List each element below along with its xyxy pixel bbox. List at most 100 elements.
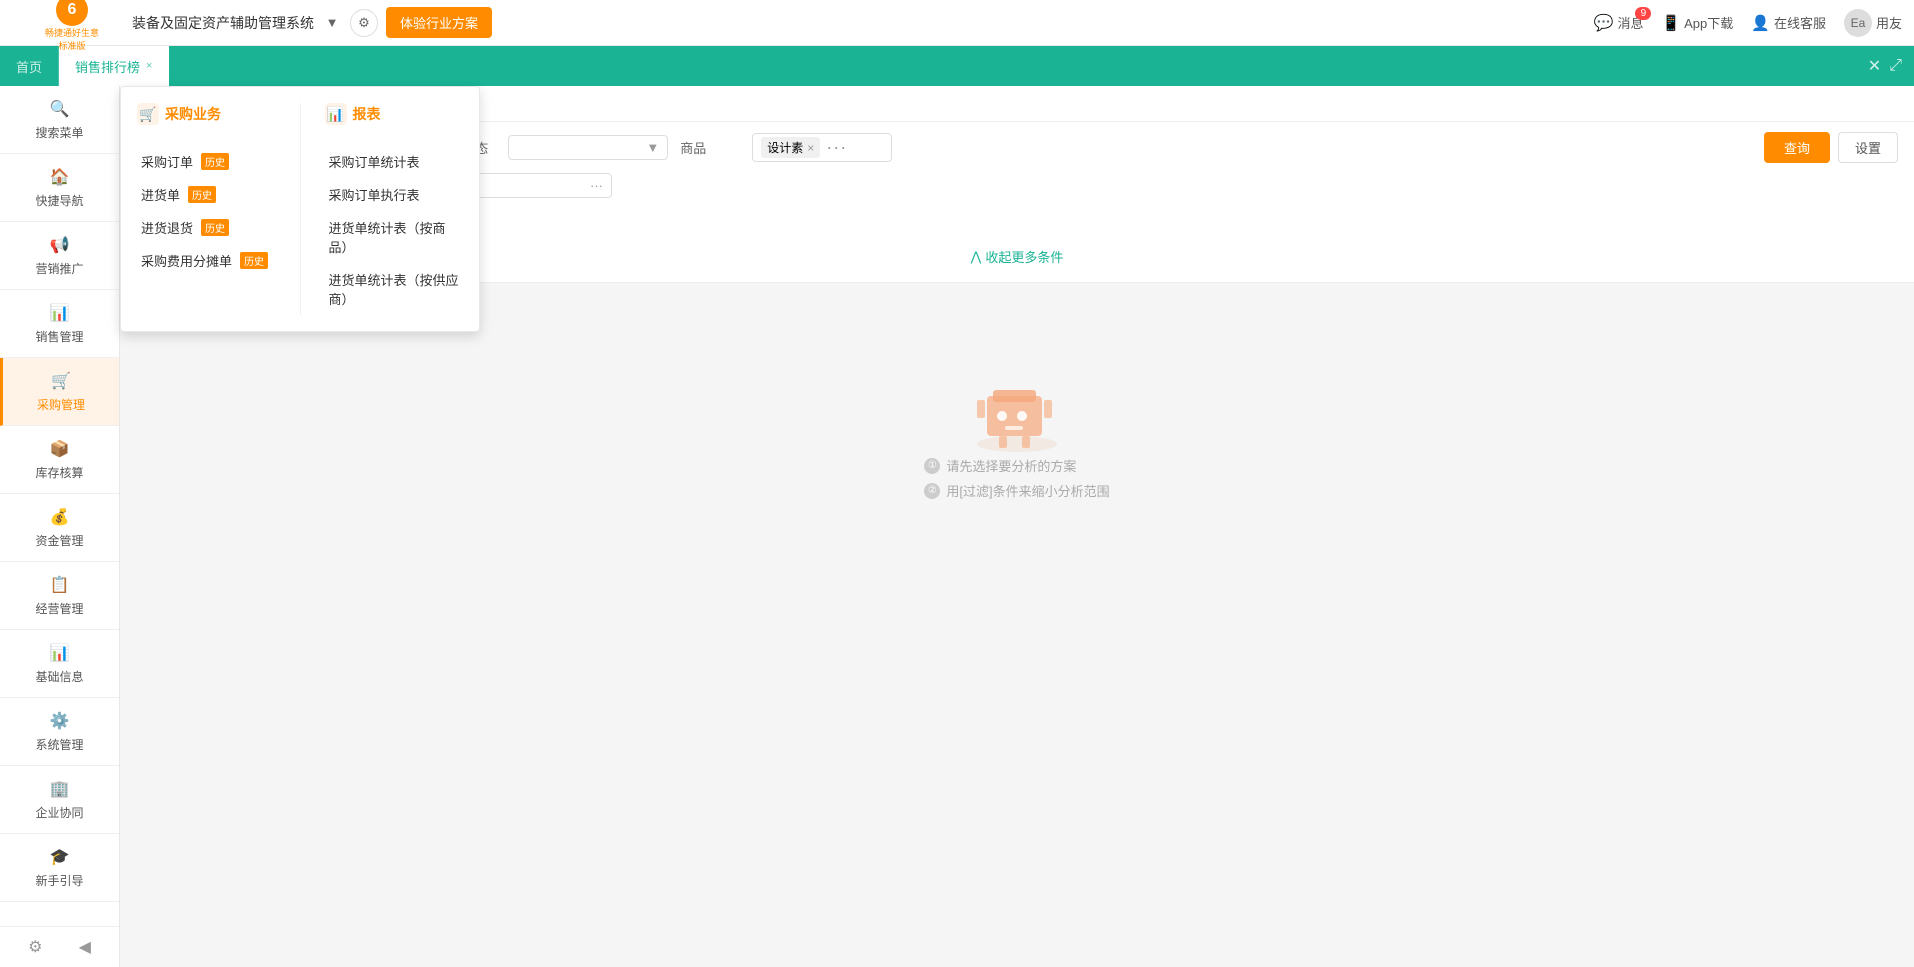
marketing-icon: 📢 (49, 234, 71, 256)
salesman-dots[interactable]: ··· (590, 178, 603, 193)
system-name-text: 装备及固定资产辅助管理系统 (132, 13, 314, 33)
logo-area: 6 畅捷通好生意 标准版 (12, 0, 132, 52)
goods-stat-by-goods-label: 进货单统计表（按商品） (329, 218, 460, 256)
dropdown-col2-title: 📊 报表 (325, 103, 464, 133)
tab-close-all-btn[interactable]: ✕ (1868, 56, 1881, 76)
sidebar-item-sales-label: 销售管理 (35, 328, 83, 345)
sidebar-item-marketing[interactable]: 📢 营销推广 (0, 222, 119, 290)
empty-state-illustration (957, 366, 1077, 456)
logo-tagline: 畅捷通好生意 (45, 26, 99, 39)
logo-subtitle: 标准版 (58, 39, 85, 52)
sidebar-settings-btn[interactable]: ⚙ (28, 937, 42, 957)
tab-maximize-btn[interactable]: ⤢ (1889, 57, 1902, 75)
tab-sales-rank-label: 销售排行榜 (75, 57, 140, 76)
dropdown-item-goods-stat-by-goods[interactable]: 进货单统计表（按商品） (325, 211, 464, 263)
status-select[interactable]: ▼ (508, 135, 668, 160)
sidebar-collapse-btn[interactable]: ◀ (79, 937, 91, 957)
sidebar-item-system-label: 系统管理 (35, 736, 83, 753)
tab-home[interactable]: 首页 (0, 46, 59, 86)
system-name-area: 装备及固定资产辅助管理系统 ▼ ⚙ 体验行业方案 (132, 7, 1594, 38)
sidebar-item-sales[interactable]: 📊 销售管理 (0, 290, 119, 358)
system-icon: ⚙️ (49, 710, 71, 732)
dropdown-item-purchase-exec[interactable]: 采购订单执行表 (325, 178, 464, 211)
sidebar-item-purchase[interactable]: 🛒 采购管理 (0, 358, 119, 426)
goods-return-history: 历史 (201, 219, 229, 236)
purchase-exec-label: 采购订单执行表 (329, 185, 420, 204)
sidebar-item-operation[interactable]: 📋 经营管理 (0, 562, 119, 630)
sidebar-item-inventory-label: 库存核算 (35, 464, 83, 481)
empty-line-2: ② 用[过滤]条件来缩小分析范围 (924, 481, 1109, 500)
sidebar-item-basic-info[interactable]: 📊 基础信息 (0, 630, 119, 698)
sidebar-item-basic-info-label: 基础信息 (35, 668, 83, 685)
tab-bar: 首页 销售排行榜 × ✕ ⤢ (0, 46, 1914, 86)
dropdown-item-goods-return[interactable]: 进货退货 历史 (137, 211, 276, 244)
sidebar-item-newbie-label: 新手引导 (35, 872, 83, 889)
setting-btn[interactable]: 设置 (1838, 132, 1898, 163)
goods-stat-by-supplier-label: 进货单统计表（按供应商） (329, 270, 460, 308)
online-service-label: 在线客服 (1774, 13, 1826, 32)
goods-label: 商品 (680, 138, 740, 157)
notification-count: 9 (1635, 7, 1651, 20)
app-download-label: App下载 (1684, 13, 1733, 32)
dropdown-item-purchase-order[interactable]: 采购订单 历史 (137, 145, 276, 178)
sidebar-item-newbie[interactable]: 🎓 新手引导 (0, 834, 119, 902)
sidebar-item-inventory[interactable]: 📦 库存核算 (0, 426, 119, 494)
user-avatar: Ea (1844, 9, 1872, 37)
industry-btn[interactable]: 体验行业方案 (386, 7, 492, 38)
tab-close-btn[interactable]: × (146, 60, 152, 72)
dropdown-col1-title-text: 采购业务 (165, 104, 221, 124)
query-btn[interactable]: 查询 (1764, 132, 1830, 163)
dropdown-item-goods-in[interactable]: 进货单 历史 (137, 178, 276, 211)
sidebar-item-quick-nav-label: 快捷导航 (35, 192, 83, 209)
goods-return-label: 进货退货 (141, 218, 193, 237)
corp-icon: 🏢 (49, 778, 71, 800)
dropdown-item-purchase-stat[interactable]: 采购订单统计表 (325, 145, 464, 178)
goods-in-history: 历史 (188, 186, 216, 203)
tab-bar-actions: ✕ ⤢ (1856, 46, 1914, 86)
empty-text-1: 请先选择要分析的方案 (946, 456, 1076, 475)
sidebar-item-corp[interactable]: 🏢 企业协同 (0, 766, 119, 834)
purchase-cost-label: 采购费用分摊单 (141, 251, 232, 270)
goods-selector[interactable]: 设计素 × ··· (752, 133, 892, 162)
top-header: 6 畅捷通好生意 标准版 装备及固定资产辅助管理系统 ▼ ⚙ 体验行业方案 💬 … (0, 0, 1914, 46)
logo-icon: 6 (56, 0, 88, 26)
sidebar-item-finance[interactable]: 💰 资金管理 (0, 494, 119, 562)
finance-icon: 💰 (49, 506, 71, 528)
newbie-icon: 🎓 (49, 846, 71, 868)
system-settings-btn[interactable]: ⚙ (350, 9, 378, 37)
sidebar-bottom: ⚙ ◀ (0, 926, 119, 967)
empty-bullet-2: ② (924, 483, 940, 499)
goods-more-btn[interactable]: ··· (826, 137, 847, 158)
goods-tag-remove[interactable]: × (807, 141, 814, 155)
empty-bullet-1: ① (924, 458, 940, 474)
dropdown-col1-title: 🛒 采购业务 (137, 103, 276, 133)
sidebar-item-operation-label: 经营管理 (35, 600, 83, 617)
online-service-item[interactable]: 👤 在线客服 (1751, 13, 1826, 32)
sidebar-item-finance-label: 资金管理 (35, 532, 83, 549)
purchase-order-label: 采购订单 (141, 152, 193, 171)
tab-home-label: 首页 (16, 57, 42, 76)
user-label: 用友 (1876, 13, 1902, 32)
sidebar-item-search[interactable]: 🔍 搜索菜单 (0, 86, 119, 154)
operation-icon: 📋 (49, 574, 71, 596)
system-dropdown-btn[interactable]: ▼ (322, 13, 342, 33)
sidebar-item-marketing-label: 营销推广 (35, 260, 83, 277)
empty-state-texts: ① 请先选择要分析的方案 ② 用[过滤]条件来缩小分析范围 (924, 456, 1109, 500)
user-item[interactable]: Ea 用友 (1844, 9, 1902, 37)
inventory-icon: 📦 (49, 438, 71, 460)
dropdown-divider (300, 103, 301, 315)
dropdown-item-purchase-cost[interactable]: 采购费用分摊单 历史 (137, 244, 276, 277)
purchase-stat-label: 采购订单统计表 (329, 152, 420, 171)
tab-sales-rank[interactable]: 销售排行榜 × (59, 46, 169, 86)
purchase-icon: 🛒 (50, 370, 72, 392)
basic-info-icon: 📊 (49, 642, 71, 664)
sidebar-item-system[interactable]: ⚙️ 系统管理 (0, 698, 119, 766)
sidebar-item-quick-nav[interactable]: 🏠 快捷导航 (0, 154, 119, 222)
notification-item[interactable]: 💬 消息 9 (1594, 13, 1644, 33)
dropdown-col2-title-text: 报表 (353, 104, 381, 124)
report-col-icon: 📊 (325, 103, 347, 125)
dropdown-item-goods-stat-by-supplier[interactable]: 进货单统计表（按供应商） (325, 263, 464, 315)
app-download-item[interactable]: 📱 App下载 (1661, 13, 1733, 32)
search-icon: 🔍 (49, 98, 71, 120)
sidebar: 🔍 搜索菜单 🏠 快捷导航 📢 营销推广 📊 销售管理 🛒 采购管理 📦 库存核… (0, 86, 120, 967)
